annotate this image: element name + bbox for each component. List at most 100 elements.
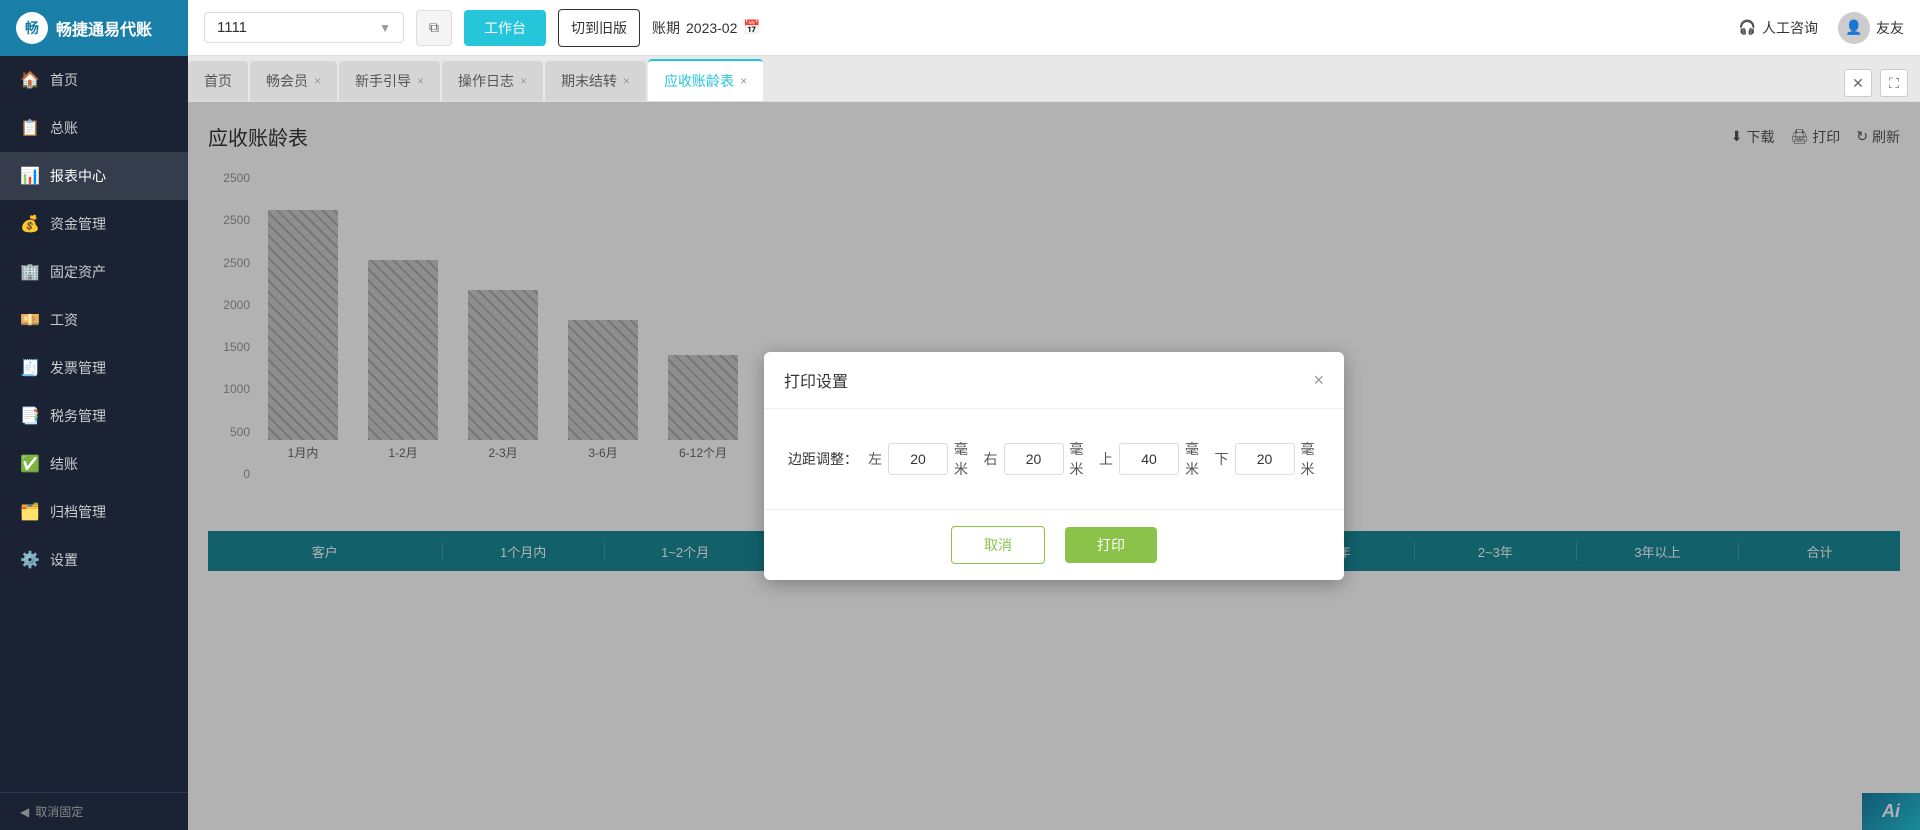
tab-member-close[interactable]: × [314,74,321,88]
top-margin-input[interactable] [1119,443,1179,475]
collapse-label: 取消固定 [35,803,83,820]
tab-maximize-button[interactable]: ⛶ [1880,69,1908,97]
sidebar-item-ledger[interactable]: 📋 总账 [0,104,188,152]
sidebar-item-reports[interactable]: 📊 报表中心 [0,152,188,200]
funds-icon: 💰 [20,214,40,234]
reports-icon: 📊 [20,166,40,186]
sidebar-item-tax[interactable]: 📑 税务管理 [0,392,188,440]
sidebar-item-assets[interactable]: 🏢 固定资产 [0,248,188,296]
company-name: 1111 [217,19,373,36]
sidebar-label-invoice: 发票管理 [50,358,106,378]
left-margin-input[interactable] [888,443,948,475]
sidebar-item-settings[interactable]: ⚙️ 设置 [0,536,188,584]
page-content: 应收账龄表 ⬇ 下载 🖨 打印 ↻ 刷新 [188,102,1920,830]
margin-left-group: 左 毫米 [868,439,974,479]
tab-member-label: 畅会员 [266,71,308,91]
sidebar-item-payroll[interactable]: 💴 工资 [0,296,188,344]
dialog-footer: 取消 打印 [764,509,1344,580]
maximize-icon: ⛶ [1889,75,1899,92]
period-value: 2023-02 [686,20,737,36]
topbar-right: 🎧 人工咨询 👤 友友 [1739,12,1904,44]
dialog-close-button[interactable]: × [1313,371,1324,389]
sidebar-label-archive: 归档管理 [50,502,106,522]
sidebar-item-invoice[interactable]: 🧾 发票管理 [0,344,188,392]
sidebar-scroll: 🏠 首页 📋 总账 📊 报表中心 💰 资金管理 🏢 固定资产 💴 工资 [0,56,188,792]
settle-icon: ✅ [20,454,40,474]
sidebar-item-home[interactable]: 🏠 首页 [0,56,188,104]
calendar-icon[interactable]: 📅 [743,19,760,36]
sidebar-collapse-button[interactable]: ◀ 取消固定 [0,792,188,830]
sidebar-label-tax: 税务管理 [50,406,106,426]
left-unit: 毫米 [954,439,974,479]
margin-bottom-group: 下 毫米 [1215,439,1321,479]
payroll-icon: 💴 [20,310,40,330]
cancel-button[interactable]: 取消 [951,526,1045,564]
tab-period-close[interactable]: 期末结转 × [545,61,646,101]
avatar: 👤 [1838,12,1870,44]
tab-aging-label: 应收账龄表 [664,71,734,91]
period-display: 账期 2023-02 📅 [652,18,761,38]
right-margin-input[interactable] [1004,443,1064,475]
workbench-button[interactable]: 工作台 [464,10,546,46]
tabbar: 首页 畅会员 × 新手引导 × 操作日志 × 期末结转 × 应收账龄表 × [188,56,1920,102]
tab-close-window-button[interactable]: ✕ [1844,69,1872,97]
bottom-margin-input[interactable] [1235,443,1295,475]
tax-icon: 📑 [20,406,40,426]
sidebar-item-archive[interactable]: 🗂️ 归档管理 [0,488,188,536]
topbar: 1111 ▼ ⧉ 工作台 切到旧版 账期 2023-02 📅 🎧 人工咨询 [188,0,1920,56]
invoice-icon: 🧾 [20,358,40,378]
left-direction-label: 左 [868,449,882,469]
ledger-icon: 📋 [20,118,40,138]
tab-aging-close[interactable]: × [740,74,747,88]
period-label: 账期 [652,18,680,38]
tab-member[interactable]: 畅会员 × [250,61,337,101]
sidebar-item-funds[interactable]: 💰 资金管理 [0,200,188,248]
margin-top-group: 上 毫米 [1099,439,1205,479]
sidebar: 畅 畅捷通易代账 🏠 首页 📋 总账 📊 报表中心 💰 资金管理 [0,0,188,830]
right-direction-label: 右 [984,449,998,469]
margin-row: 边距调整： 左 毫米 右 毫米 [788,439,1320,479]
consult-button[interactable]: 🎧 人工咨询 [1739,18,1818,38]
copy-button[interactable]: ⧉ [416,10,452,46]
dialog-overlay: 打印设置 × 边距调整： 左 毫米 右 [188,102,1920,830]
sidebar-label-assets: 固定资产 [50,262,106,282]
tab-oplog-close[interactable]: × [520,74,527,88]
tab-guide[interactable]: 新手引导 × [339,61,440,101]
sidebar-label-payroll: 工资 [50,310,78,330]
sidebar-label-reports: 报表中心 [50,166,106,186]
home-icon: 🏠 [20,70,40,90]
print-button[interactable]: 打印 [1065,527,1157,563]
tab-period-close-label: 期末结转 [561,71,617,91]
tab-guide-close[interactable]: × [417,74,424,88]
tab-guide-label: 新手引导 [355,71,411,91]
margin-label: 边距调整： [788,449,858,469]
sidebar-label-home: 首页 [50,70,78,90]
tab-home[interactable]: 首页 [188,61,248,101]
sidebar-label-settings: 设置 [50,550,78,570]
sidebar-label-funds: 资金管理 [50,214,106,234]
top-direction-label: 上 [1099,449,1113,469]
dialog-title: 打印设置 [784,368,848,392]
company-selector[interactable]: 1111 ▼ [204,12,404,43]
headset-icon: 🎧 [1739,19,1756,36]
main-content: 1111 ▼ ⧉ 工作台 切到旧版 账期 2023-02 📅 🎧 人工咨询 [188,0,1920,830]
tab-oplog[interactable]: 操作日志 × [442,61,543,101]
tab-aging[interactable]: 应收账龄表 × [648,59,763,101]
tab-home-label: 首页 [204,71,232,91]
tab-period-close-close[interactable]: × [623,74,630,88]
bottom-unit: 毫米 [1301,439,1321,479]
archive-icon: 🗂️ [20,502,40,522]
user-menu[interactable]: 👤 友友 [1838,12,1904,44]
print-settings-dialog: 打印设置 × 边距调整： 左 毫米 右 [764,352,1344,580]
dialog-body: 边距调整： 左 毫米 右 毫米 [764,409,1344,509]
collapse-arrow-icon: ◀ [20,805,29,819]
settings-icon: ⚙️ [20,550,40,570]
oldver-button[interactable]: 切到旧版 [558,9,640,47]
margin-right-group: 右 毫米 [984,439,1090,479]
company-dropdown-icon: ▼ [379,21,391,35]
bottom-direction-label: 下 [1215,449,1229,469]
logo-text: 畅捷通易代账 [56,16,152,40]
sidebar-label-settle: 结账 [50,454,78,474]
sidebar-item-settle[interactable]: ✅ 结账 [0,440,188,488]
logo-icon: 畅 [16,12,48,44]
